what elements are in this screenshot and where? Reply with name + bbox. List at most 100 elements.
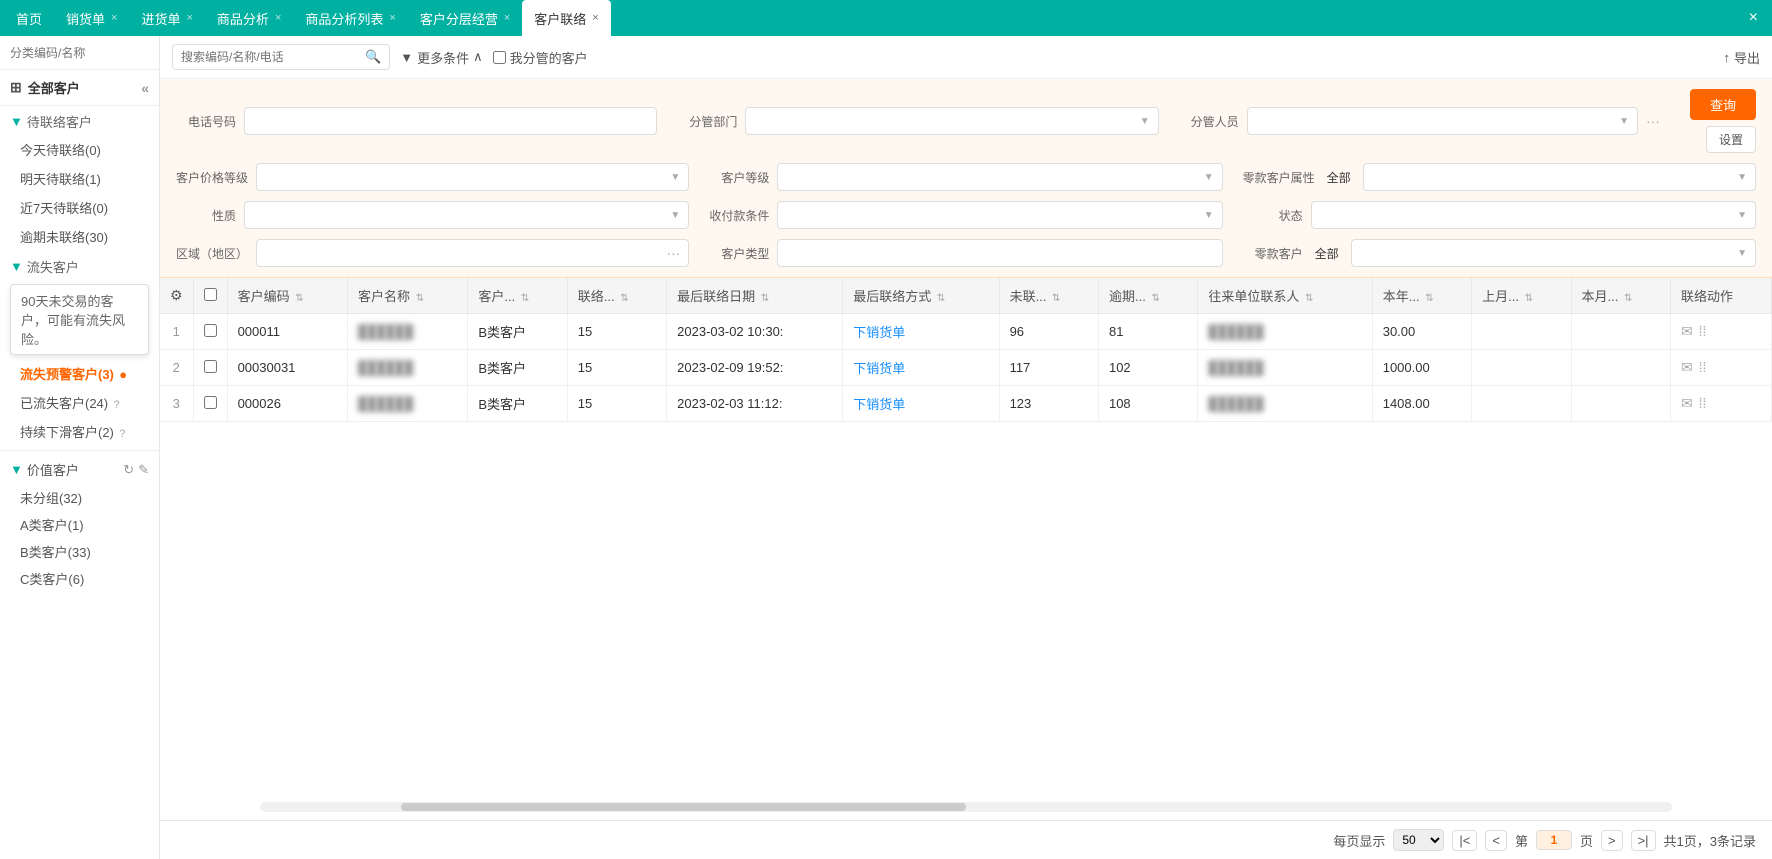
close-icon[interactable]: ×: [504, 12, 510, 24]
export-btn[interactable]: ↑ 导出: [1723, 48, 1760, 67]
edit-icon[interactable]: ✎: [138, 462, 149, 478]
prev-page-btn[interactable]: <: [1485, 830, 1507, 851]
message-icon[interactable]: ✉: [1681, 395, 1693, 412]
more-icon[interactable]: ⁞⁞: [1699, 323, 1707, 340]
level-select[interactable]: ▼: [777, 163, 1222, 191]
row-category: B类客户: [468, 350, 567, 386]
th-settings[interactable]: ⚙: [160, 278, 193, 314]
dept-select[interactable]: ▼: [745, 107, 1158, 135]
th-code[interactable]: 客户编码 ⇅: [227, 278, 347, 314]
message-icon[interactable]: ✉: [1681, 323, 1693, 340]
filter-zero-customer: 零款客户 全部 ▼: [1243, 239, 1756, 267]
sidebar-group-pending[interactable]: ▼ 待联络客户: [0, 106, 159, 135]
settings-button[interactable]: 设置: [1706, 126, 1756, 153]
close-icon[interactable]: ×: [275, 12, 281, 24]
scroll-thumb[interactable]: [401, 803, 966, 811]
sidebar-item-lost-preview[interactable]: 流失预警客户(3) ●: [0, 359, 159, 388]
next-page-btn[interactable]: >: [1601, 830, 1623, 851]
more-icon[interactable]: ⁞⁞: [1699, 359, 1707, 376]
th-this-year[interactable]: 本年... ⇅: [1372, 278, 1471, 314]
sidebar-item-today[interactable]: 今天待联络(0): [0, 135, 159, 164]
sidebar-group-lost[interactable]: ▼ 流失客户: [0, 251, 159, 280]
sidebar-item-class-a[interactable]: A类客户(1): [0, 511, 159, 538]
zero-customer-select[interactable]: ▼: [1351, 239, 1756, 267]
refresh-icon[interactable]: ↻: [123, 462, 134, 478]
filter-payment: 收付款条件 ▼: [709, 201, 1222, 229]
region-more-icon[interactable]: ···: [666, 245, 680, 261]
sidebar-item-unclassified[interactable]: 未分组(32): [0, 484, 159, 511]
tab-purchase-order[interactable]: 进货单 ×: [129, 0, 204, 36]
chevron-down-icon: ∧: [473, 49, 483, 65]
close-icon[interactable]: ×: [186, 12, 192, 24]
th-last-contact-method[interactable]: 最后联络方式 ⇅: [843, 278, 999, 314]
row-last-contact-method[interactable]: 下销货单: [843, 350, 999, 386]
sort-icon: ⇅: [416, 293, 424, 304]
th-not-contacted[interactable]: 未联... ⇅: [999, 278, 1098, 314]
row-last-contact-method[interactable]: 下销货单: [843, 386, 999, 422]
th-category[interactable]: 客户... ⇅: [468, 278, 567, 314]
th-overdue[interactable]: 逾期... ⇅: [1098, 278, 1197, 314]
th-name[interactable]: 客户名称 ⇅: [347, 278, 467, 314]
tab-customer-contact[interactable]: 客户联络 ×: [522, 0, 610, 36]
th-last-month[interactable]: 上月... ⇅: [1472, 278, 1571, 314]
close-icon[interactable]: ×: [389, 12, 395, 24]
search-input[interactable]: [181, 50, 361, 64]
page-input[interactable]: [1536, 830, 1572, 850]
message-icon[interactable]: ✉: [1681, 359, 1693, 376]
tab-sales-order[interactable]: 销货单 ×: [54, 0, 129, 36]
region-select[interactable]: ···: [256, 239, 689, 267]
tab-product-analysis-list[interactable]: 商品分析列表 ×: [293, 0, 407, 36]
search-box: 🔍: [172, 44, 390, 70]
th-contact-person[interactable]: 往来单位联系人 ⇅: [1198, 278, 1372, 314]
caret-icon: ▼: [1737, 210, 1747, 221]
per-page-select[interactable]: 50 100 200: [1393, 829, 1444, 851]
last-page-btn[interactable]: >|: [1631, 830, 1656, 851]
zero-attr-select[interactable]: ▼: [1363, 163, 1756, 191]
tab-product-analysis[interactable]: 商品分析 ×: [205, 0, 293, 36]
more-conditions-btn[interactable]: ▼ 更多条件 ∧: [400, 48, 482, 67]
row-checkbox[interactable]: [193, 386, 227, 422]
row-contact-num: 15: [567, 350, 666, 386]
row-last-contact-method[interactable]: 下销货单: [843, 314, 999, 350]
sidebar-item-already-lost[interactable]: 已流失客户(24) ?: [0, 388, 159, 417]
th-this-month[interactable]: 本月... ⇅: [1571, 278, 1670, 314]
th-action: 联络动作: [1670, 278, 1771, 314]
row-checkbox[interactable]: [193, 314, 227, 350]
payment-select[interactable]: ▼: [777, 201, 1222, 229]
sidebar-item-persistent-decline[interactable]: 持续下滑客户(2) ?: [0, 417, 159, 446]
gear-icon[interactable]: ⚙: [170, 287, 183, 303]
phone-input[interactable]: [244, 107, 657, 135]
first-page-btn[interactable]: |<: [1452, 830, 1477, 851]
th-contact-num[interactable]: 联络... ⇅: [567, 278, 666, 314]
more-options-icon[interactable]: ···: [1646, 113, 1660, 129]
collapse-btn[interactable]: «: [141, 80, 149, 96]
th-checkbox[interactable]: [193, 278, 227, 314]
sidebar-all-customers-header[interactable]: ⊞ 全部客户 «: [0, 70, 159, 106]
tab-customer-segmentation[interactable]: 客户分层经营 ×: [408, 0, 522, 36]
close-icon[interactable]: ×: [592, 12, 598, 24]
sort-icon: ⇅: [295, 293, 303, 304]
search-execute-icon[interactable]: 🔍: [365, 49, 381, 65]
query-button[interactable]: 查询: [1690, 89, 1756, 120]
tab-bar-close-btn[interactable]: ×: [1739, 9, 1768, 27]
tab-home[interactable]: 首页: [4, 0, 54, 36]
select-all-checkbox[interactable]: [204, 288, 217, 301]
scroll-track[interactable]: [260, 802, 1672, 812]
manager-select[interactable]: ▼: [1247, 107, 1638, 135]
row-checkbox[interactable]: [193, 350, 227, 386]
customer-type-select[interactable]: [777, 239, 1222, 267]
more-icon[interactable]: ⁞⁞: [1699, 395, 1707, 412]
sidebar-item-class-c[interactable]: C类客户(6): [0, 565, 159, 592]
sidebar-item-overdue[interactable]: 逾期未联络(30): [0, 222, 159, 251]
my-customers-checkbox[interactable]: [493, 51, 506, 64]
th-last-contact-date[interactable]: 最后联络日期 ⇅: [667, 278, 843, 314]
gender-select[interactable]: ▼: [244, 201, 689, 229]
sidebar-item-class-b[interactable]: B类客户(33): [0, 538, 159, 565]
sidebar-item-week[interactable]: 近7天待联络(0): [0, 193, 159, 222]
status-select[interactable]: ▼: [1311, 201, 1756, 229]
close-icon[interactable]: ×: [111, 12, 117, 24]
sidebar-item-tomorrow[interactable]: 明天待联络(1): [0, 164, 159, 193]
sidebar-search-input[interactable]: [10, 46, 160, 60]
my-customers-checkbox-label[interactable]: 我分管的客户: [493, 48, 588, 67]
price-level-select[interactable]: ▼: [256, 163, 689, 191]
